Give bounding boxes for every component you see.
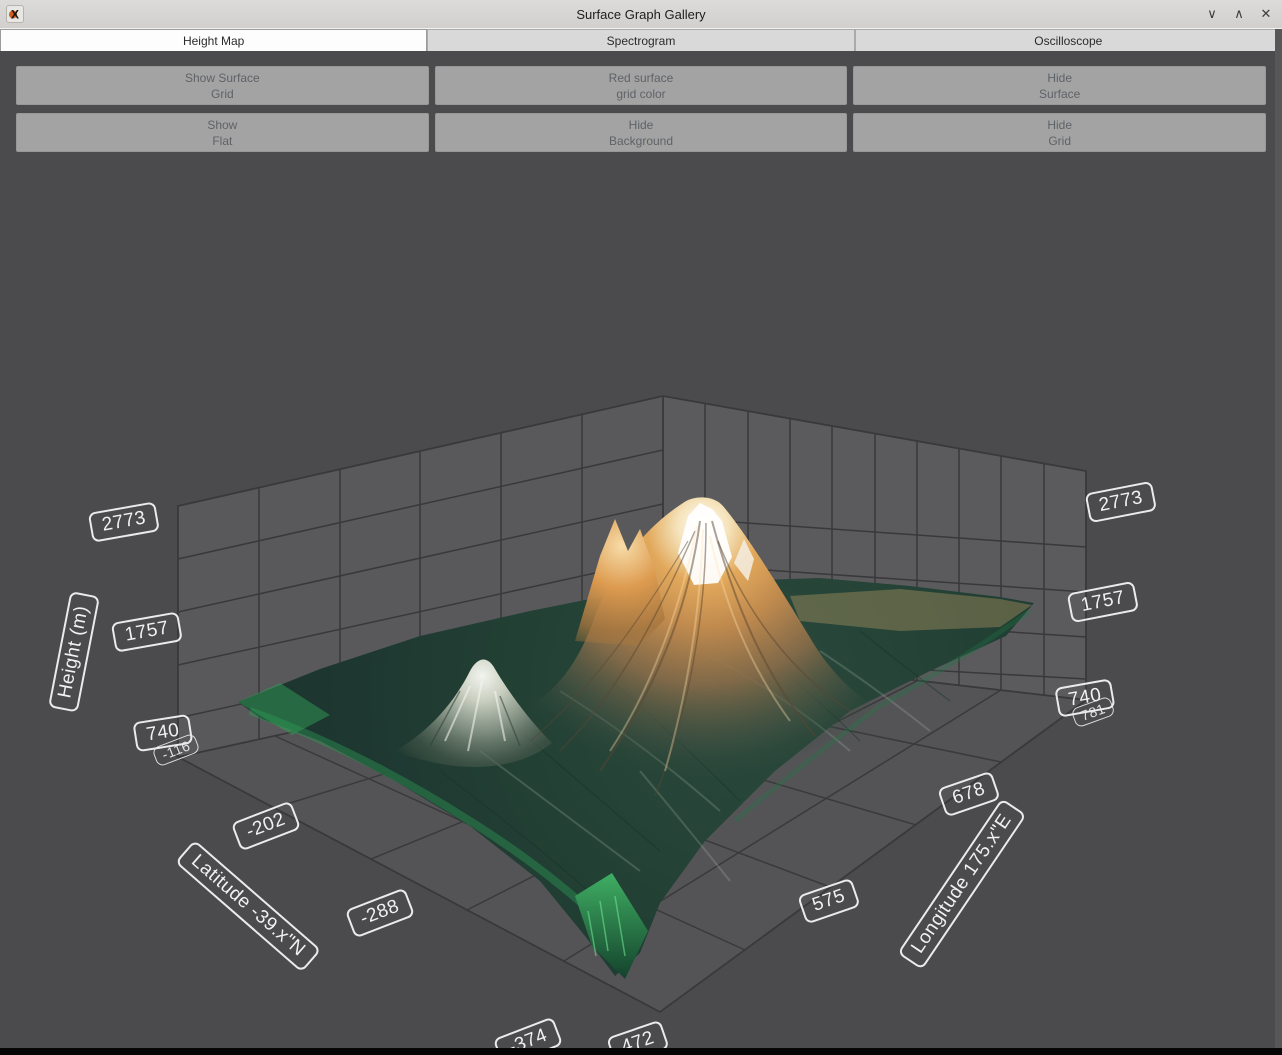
surface-grid-color-button[interactable]: Red surface grid color — [435, 66, 848, 105]
hide-grid-button[interactable]: Hide Grid — [853, 113, 1266, 152]
button-label: Grid — [211, 86, 234, 102]
height-map-page: 2773 1757 -116 740 Height (m) -202 -288 … — [0, 51, 1282, 1048]
surface-plot[interactable]: 2773 1757 -116 740 Height (m) -202 -288 … — [0, 51, 1282, 1048]
hide-surface-button[interactable]: Hide Surface — [853, 66, 1266, 105]
svg-text:X: X — [11, 8, 19, 22]
button-label: Red surface — [609, 70, 674, 86]
tab-height-map[interactable]: Height Map — [0, 29, 427, 51]
close-window-icon[interactable]: ✕ — [1258, 6, 1274, 22]
button-label: grid color — [616, 86, 665, 102]
shade-window-icon[interactable]: ∨ — [1204, 6, 1220, 22]
button-label: Hide — [1047, 117, 1072, 133]
show-flat-button[interactable]: Show Flat — [16, 113, 429, 152]
tab-spectrogram[interactable]: Spectrogram — [427, 29, 854, 51]
window-controls: ∨ ∧ ✕ — [1204, 0, 1274, 28]
titlebar[interactable]: X Surface Graph Gallery ∨ ∧ ✕ — [0, 0, 1282, 29]
button-label: Background — [609, 133, 673, 149]
button-label: Show Surface — [185, 70, 260, 86]
tab-bar: Height Map Spectrogram Oscilloscope — [0, 29, 1282, 51]
button-label: Show — [207, 117, 237, 133]
tab-oscilloscope[interactable]: Oscilloscope — [855, 29, 1282, 51]
button-label: Hide — [629, 117, 654, 133]
app-window: X Surface Graph Gallery ∨ ∧ ✕ Height Map… — [0, 0, 1282, 1055]
button-label: Surface — [1039, 86, 1080, 102]
app-icon: X — [6, 5, 24, 23]
maximize-window-icon[interactable]: ∧ — [1231, 6, 1247, 22]
window-title: Surface Graph Gallery — [0, 7, 1282, 22]
surface-plot-canvas — [0, 51, 1282, 1048]
window-right-edge — [1275, 29, 1282, 1048]
show-surface-grid-button[interactable]: Show Surface Grid — [16, 66, 429, 105]
screen-bottom-bar — [0, 1048, 1282, 1055]
hide-background-button[interactable]: Hide Background — [435, 113, 848, 152]
button-label: Grid — [1048, 133, 1071, 149]
button-label: Flat — [212, 133, 232, 149]
toolbar: Show Surface Grid Red surface grid color… — [0, 51, 1282, 152]
button-label: Hide — [1047, 70, 1072, 86]
